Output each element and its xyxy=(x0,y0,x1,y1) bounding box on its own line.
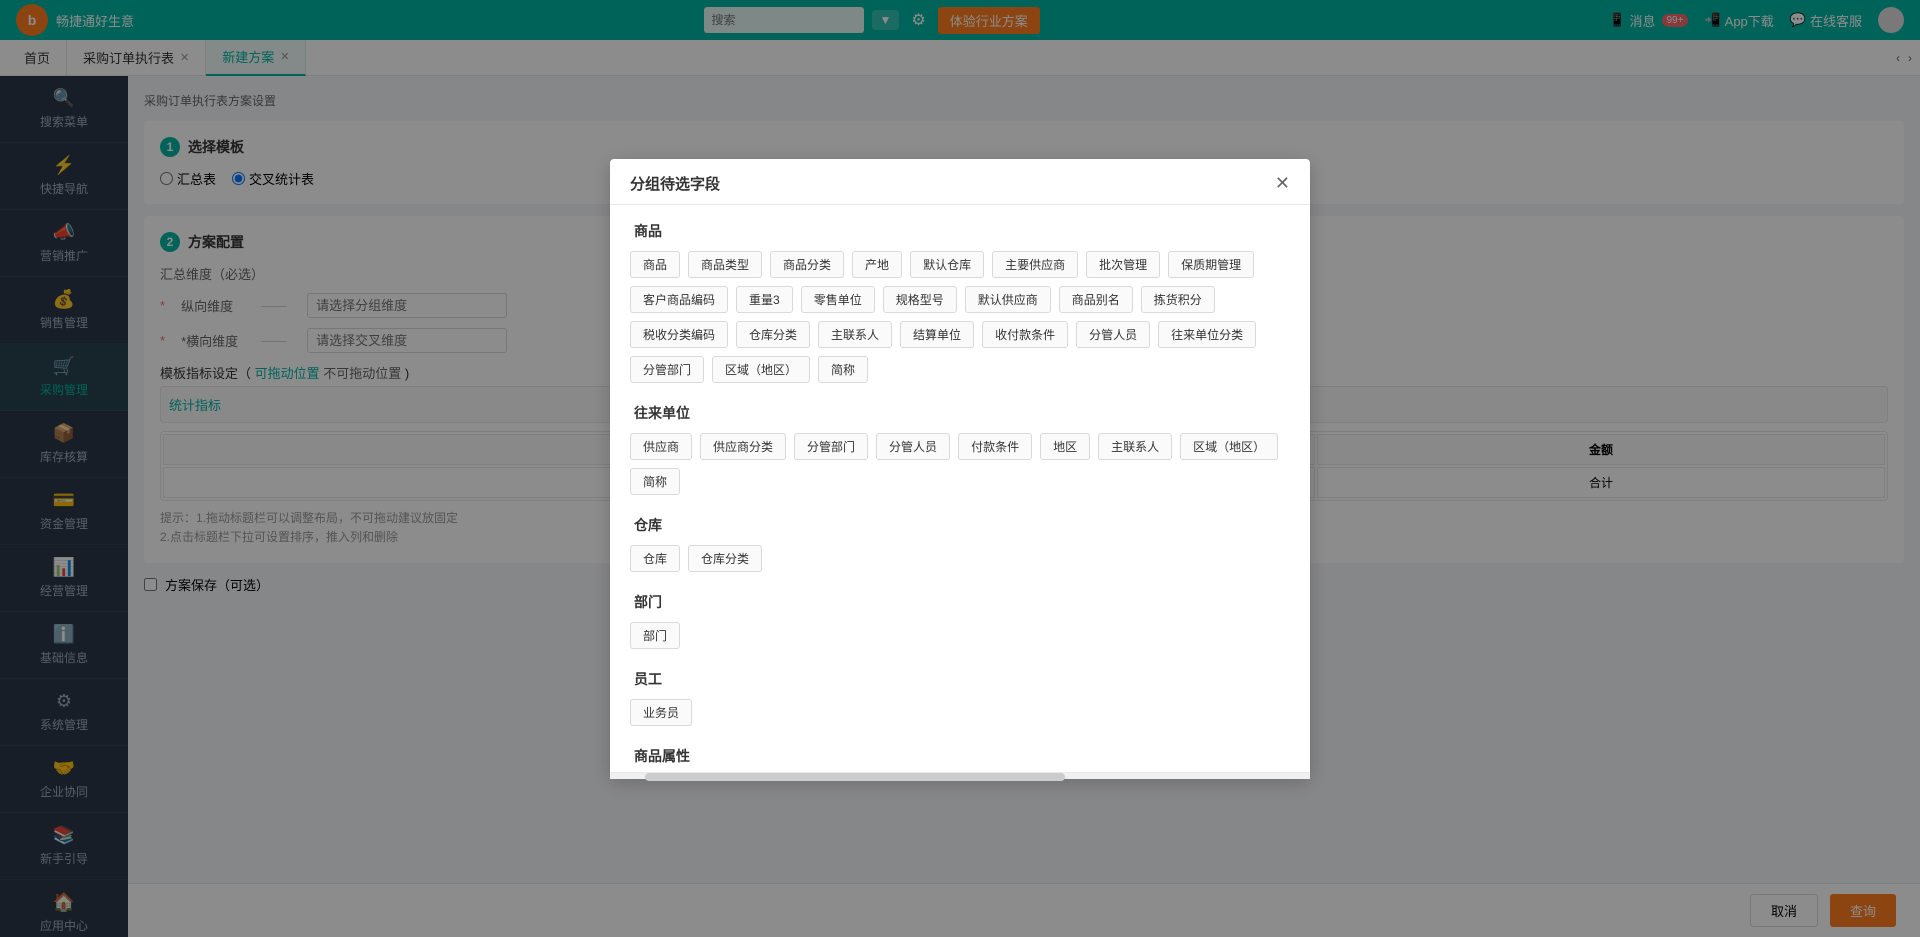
field-group-goods: 商品 商品 商品类型 商品分类 产地 默认仓库 主要供应商 批次管理 保质期管理… xyxy=(630,221,1290,383)
field-tag[interactable]: 客户商品编码 xyxy=(630,286,728,313)
field-tag[interactable]: 保质期管理 xyxy=(1168,251,1254,278)
field-tag[interactable]: 分管人员 xyxy=(1076,321,1150,348)
field-group-warehouse: 仓库 仓库 仓库分类 xyxy=(630,515,1290,572)
field-tag[interactable]: 主要供应商 xyxy=(992,251,1078,278)
field-tag[interactable]: 部门 xyxy=(630,622,680,649)
field-group-dept-title: 部门 xyxy=(630,592,1290,612)
field-group-warehouse-title: 仓库 xyxy=(630,515,1290,535)
field-tag[interactable]: 默认仓库 xyxy=(910,251,984,278)
field-tag[interactable]: 税收分类编码 xyxy=(630,321,728,348)
field-tag[interactable]: 供应商 xyxy=(630,433,692,460)
field-tag[interactable]: 仓库 xyxy=(630,545,680,572)
modal-hscroll[interactable] xyxy=(610,772,1310,779)
modal: 分组待选字段 ✕ 商品 商品 商品类型 商品分类 产地 默认仓库 主要供应商 批… xyxy=(610,159,1310,779)
field-tag[interactable]: 产地 xyxy=(852,251,902,278)
modal-hscroll-thumb[interactable] xyxy=(645,773,1065,781)
field-tag[interactable]: 批次管理 xyxy=(1086,251,1160,278)
field-group-partner-title: 往来单位 xyxy=(630,403,1290,423)
field-tag[interactable]: 简称 xyxy=(630,468,680,495)
field-group-goods-title: 商品 xyxy=(630,221,1290,241)
field-tag[interactable]: 主联系人 xyxy=(818,321,892,348)
field-tag[interactable]: 拣货积分 xyxy=(1141,286,1215,313)
field-group-goods-attr: 商品属性 属性 颜色 多规格 尺码 鞋码 1 xyxy=(630,746,1290,772)
modal-header: 分组待选字段 ✕ xyxy=(610,159,1310,205)
field-tag[interactable]: 简称 xyxy=(818,356,868,383)
field-tag[interactable]: 仓库分类 xyxy=(688,545,762,572)
field-tag[interactable]: 商品分类 xyxy=(770,251,844,278)
modal-overlay: 分组待选字段 ✕ 商品 商品 商品类型 商品分类 产地 默认仓库 主要供应商 批… xyxy=(0,0,1920,937)
field-tag[interactable]: 供应商分类 xyxy=(700,433,786,460)
field-tags-warehouse: 仓库 仓库分类 xyxy=(630,545,1290,572)
field-tags-partner: 供应商 供应商分类 分管部门 分管人员 付款条件 地区 主联系人 区域（地区） … xyxy=(630,433,1290,495)
field-tags-goods: 商品 商品类型 商品分类 产地 默认仓库 主要供应商 批次管理 保质期管理 客户… xyxy=(630,251,1290,383)
field-tag[interactable]: 重量3 xyxy=(736,286,793,313)
field-group-staff-title: 员工 xyxy=(630,669,1290,689)
field-tag[interactable]: 规格型号 xyxy=(883,286,957,313)
field-tag[interactable]: 付款条件 xyxy=(958,433,1032,460)
field-group-partner: 往来单位 供应商 供应商分类 分管部门 分管人员 付款条件 地区 主联系人 区域… xyxy=(630,403,1290,495)
field-tag[interactable]: 主联系人 xyxy=(1098,433,1172,460)
field-tag[interactable]: 地区 xyxy=(1040,433,1090,460)
field-tag[interactable]: 区域（地区） xyxy=(712,356,810,383)
field-tag[interactable]: 商品 xyxy=(630,251,680,278)
field-group-goods-attr-title: 商品属性 xyxy=(630,746,1290,766)
modal-close-button[interactable]: ✕ xyxy=(1275,173,1290,194)
field-tags-dept: 部门 xyxy=(630,622,1290,649)
field-tag[interactable]: 收付款条件 xyxy=(982,321,1068,348)
field-tag[interactable]: 分管人员 xyxy=(876,433,950,460)
field-tag[interactable]: 业务员 xyxy=(630,699,692,726)
field-tag[interactable]: 结算单位 xyxy=(900,321,974,348)
modal-body: 商品 商品 商品类型 商品分类 产地 默认仓库 主要供应商 批次管理 保质期管理… xyxy=(610,205,1310,772)
field-tag[interactable]: 默认供应商 xyxy=(965,286,1051,313)
field-tag[interactable]: 往来单位分类 xyxy=(1158,321,1256,348)
field-tag[interactable]: 分管部门 xyxy=(630,356,704,383)
field-group-dept: 部门 部门 xyxy=(630,592,1290,649)
field-tag[interactable]: 零售单位 xyxy=(801,286,875,313)
field-tag[interactable]: 分管部门 xyxy=(794,433,868,460)
field-tags-staff: 业务员 xyxy=(630,699,1290,726)
field-group-staff: 员工 业务员 xyxy=(630,669,1290,726)
field-tag[interactable]: 区域（地区） xyxy=(1180,433,1278,460)
field-tag[interactable]: 仓库分类 xyxy=(736,321,810,348)
modal-title: 分组待选字段 xyxy=(630,173,720,194)
field-tag[interactable]: 商品别名 xyxy=(1059,286,1133,313)
field-tag[interactable]: 商品类型 xyxy=(688,251,762,278)
